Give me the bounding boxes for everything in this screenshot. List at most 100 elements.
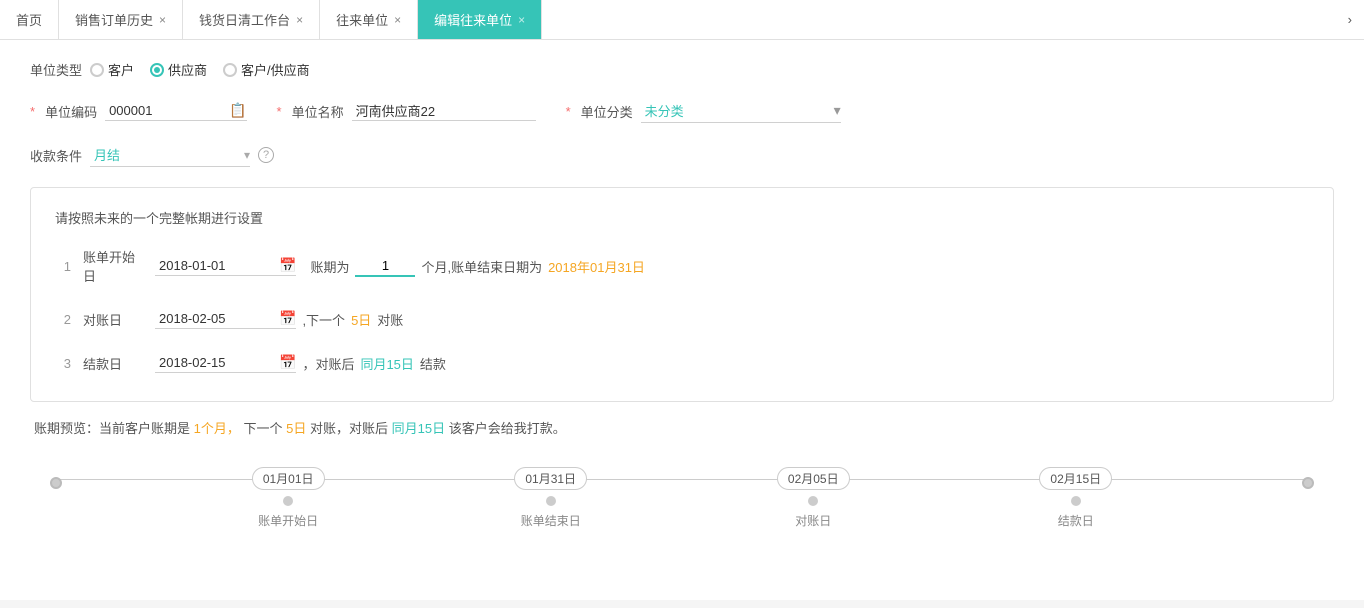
period-suffix-post-1: 个月,账单结束日期为 (421, 257, 542, 276)
period-suffix-pre-1: 账期为 (310, 257, 349, 276)
timeline-dot-start (50, 477, 62, 489)
timeline-label-4: 结款日 (1058, 512, 1094, 529)
unit-code-input[interactable] (105, 101, 225, 120)
tab-cash-work[interactable]: 钱货日清工作台 × (183, 0, 320, 39)
radio-supplier-label: 供应商 (168, 60, 207, 79)
calendar-icon-2[interactable]: 📅 (279, 310, 296, 327)
radio-both[interactable]: 客户/供应商 (223, 60, 310, 79)
preview-part2: 下一个 (244, 421, 283, 436)
tab-sales-history[interactable]: 销售订单历史 × (59, 0, 183, 39)
preview-period: 1个月， (194, 421, 240, 436)
unit-type-row: 单位类型 客户 供应商 客户/供应商 (30, 60, 1334, 79)
period-highlight-2: 5日 (351, 310, 371, 329)
preview-prefix: 账期预览：当前客户账期是 (34, 421, 190, 436)
period-end-date-1: 2018年01月31日 (548, 257, 645, 276)
chevron-down-icon: ▾ (834, 102, 841, 119)
start-date-input[interactable] (155, 256, 275, 275)
payment-value: 月结 (90, 143, 240, 166)
timeline-dot-end (1302, 477, 1314, 489)
timeline-point-1: 01月01日 账单开始日 (252, 467, 325, 529)
tab-partners[interactable]: 往来单位 × (320, 0, 418, 39)
copy-icon[interactable]: 📋 (229, 102, 246, 119)
tab-home[interactable]: 首页 (0, 0, 59, 39)
close-icon[interactable]: × (394, 13, 401, 27)
timeline-label-2: 账单结束日 (521, 512, 581, 529)
period-label-2: 对账日 (83, 310, 143, 329)
period-suffix-3b: 结款 (420, 354, 446, 373)
timeline-date-1: 01月01日 (252, 467, 325, 490)
period-num-3: 3 (55, 356, 71, 371)
tab-edit-partner[interactable]: 编辑往来单位 × (418, 0, 542, 39)
tab-cash-work-label: 钱货日清工作台 (199, 10, 290, 29)
date-input-wrap-1: 📅 (155, 256, 296, 276)
period-suffix-2b: 对账 (377, 310, 403, 329)
period-highlight-3: 同月15日 (360, 354, 413, 373)
unit-code-label: 单位编码 (45, 102, 97, 121)
preview-text: 账期预览：当前客户账期是 1个月， 下一个 5日 对账，对账后 同月15日 该客… (30, 418, 1334, 437)
reconcile-date-input[interactable] (155, 309, 275, 328)
radio-customer-circle (90, 63, 104, 77)
tab-home-label: 首页 (16, 10, 42, 29)
unit-category-value: 未分类 (641, 99, 830, 122)
unit-info-row: * 单位编码 📋 * 单位名称 * 单位分类 未分类 ▾ (30, 99, 1334, 123)
timeline-point-4: 02月15日 结款日 (1039, 467, 1112, 529)
radio-both-label: 客户/供应商 (241, 60, 310, 79)
timeline-point-2: 01月31日 账单结束日 (514, 467, 587, 529)
preview-payment: 同月15日 (392, 421, 445, 436)
timeline-dot-2 (546, 496, 556, 506)
radio-supplier-circle (150, 63, 164, 77)
payment-row: 收款条件 月结 ▾ ? (30, 143, 1334, 167)
period-num-2: 2 (55, 312, 71, 327)
period-label-1: 账单开始日 (83, 247, 143, 285)
payment-select[interactable]: 月结 ▾ (90, 143, 250, 167)
unit-category-label: 单位分类 (581, 102, 633, 121)
radio-group: 客户 供应商 客户/供应商 (90, 60, 310, 79)
radio-both-circle (223, 63, 237, 77)
payment-label: 收款条件 (30, 146, 82, 165)
timeline-date-4: 02月15日 (1039, 467, 1112, 490)
unit-name-label: 单位名称 (292, 102, 344, 121)
calendar-icon-1[interactable]: 📅 (279, 257, 296, 274)
timeline-dot-4 (1071, 496, 1081, 506)
close-icon[interactable]: × (159, 13, 166, 27)
radio-supplier[interactable]: 供应商 (150, 60, 207, 79)
timeline-dot-3 (808, 496, 818, 506)
unit-type-label: 单位类型 (30, 60, 82, 79)
timeline-end (1302, 467, 1314, 489)
chevron-down-icon: ▾ (244, 148, 250, 162)
tab-sales-history-label: 销售订单历史 (75, 10, 153, 29)
radio-customer[interactable]: 客户 (90, 60, 134, 79)
timeline-container: 01月01日 账单开始日 01月31日 账单结束日 02月05日 对账日 02月… (30, 457, 1334, 569)
date-input-wrap-3: 📅 (155, 353, 296, 373)
required-star: * (30, 104, 35, 119)
timeline-date-3: 02月05日 (777, 467, 850, 490)
month-input[interactable] (355, 256, 415, 277)
timeline-points: 01月01日 账单开始日 01月31日 账单结束日 02月05日 对账日 02月… (50, 467, 1314, 529)
period-row-2: 2 对账日 📅 ,下一个 5日 对账 (55, 309, 1309, 329)
preview-reconcile: 5日 (286, 421, 306, 436)
tab-edit-partner-label: 编辑往来单位 (434, 10, 512, 29)
period-box-title: 请按照未来的一个完整帐期进行设置 (55, 208, 1309, 227)
unit-code-group: * 单位编码 📋 (30, 101, 247, 121)
period-suffix-2a: ,下一个 (302, 310, 345, 329)
payment-date-input[interactable] (155, 353, 275, 372)
calendar-icon-3[interactable]: 📅 (279, 354, 296, 371)
period-row-3: 3 结款日 📅 ，对账后 同月15日 结款 (55, 353, 1309, 373)
unit-name-input[interactable] (352, 101, 536, 121)
timeline-point-3: 02月05日 对账日 (777, 467, 850, 529)
timeline-start (50, 467, 62, 489)
required-star: * (566, 104, 571, 119)
close-icon[interactable]: × (518, 13, 525, 27)
period-date-1: 📅 账期为 个月,账单结束日期为 2018年01月31日 (155, 256, 645, 277)
tab-more-button[interactable]: › (1336, 0, 1364, 39)
period-date-3: 📅 ，对账后 同月15日 结款 (155, 353, 446, 373)
period-num-1: 1 (55, 259, 71, 274)
unit-category-select[interactable]: 未分类 ▾ (641, 99, 841, 123)
unit-code-input-wrap: 📋 (105, 101, 246, 121)
unit-category-group: * 单位分类 未分类 ▾ (566, 99, 841, 123)
help-icon[interactable]: ? (258, 147, 274, 163)
preview-suffix: 该客户会给我打款。 (449, 421, 566, 436)
close-icon[interactable]: × (296, 13, 303, 27)
period-date-2: 📅 ,下一个 5日 对账 (155, 309, 403, 329)
timeline-date-2: 01月31日 (514, 467, 587, 490)
